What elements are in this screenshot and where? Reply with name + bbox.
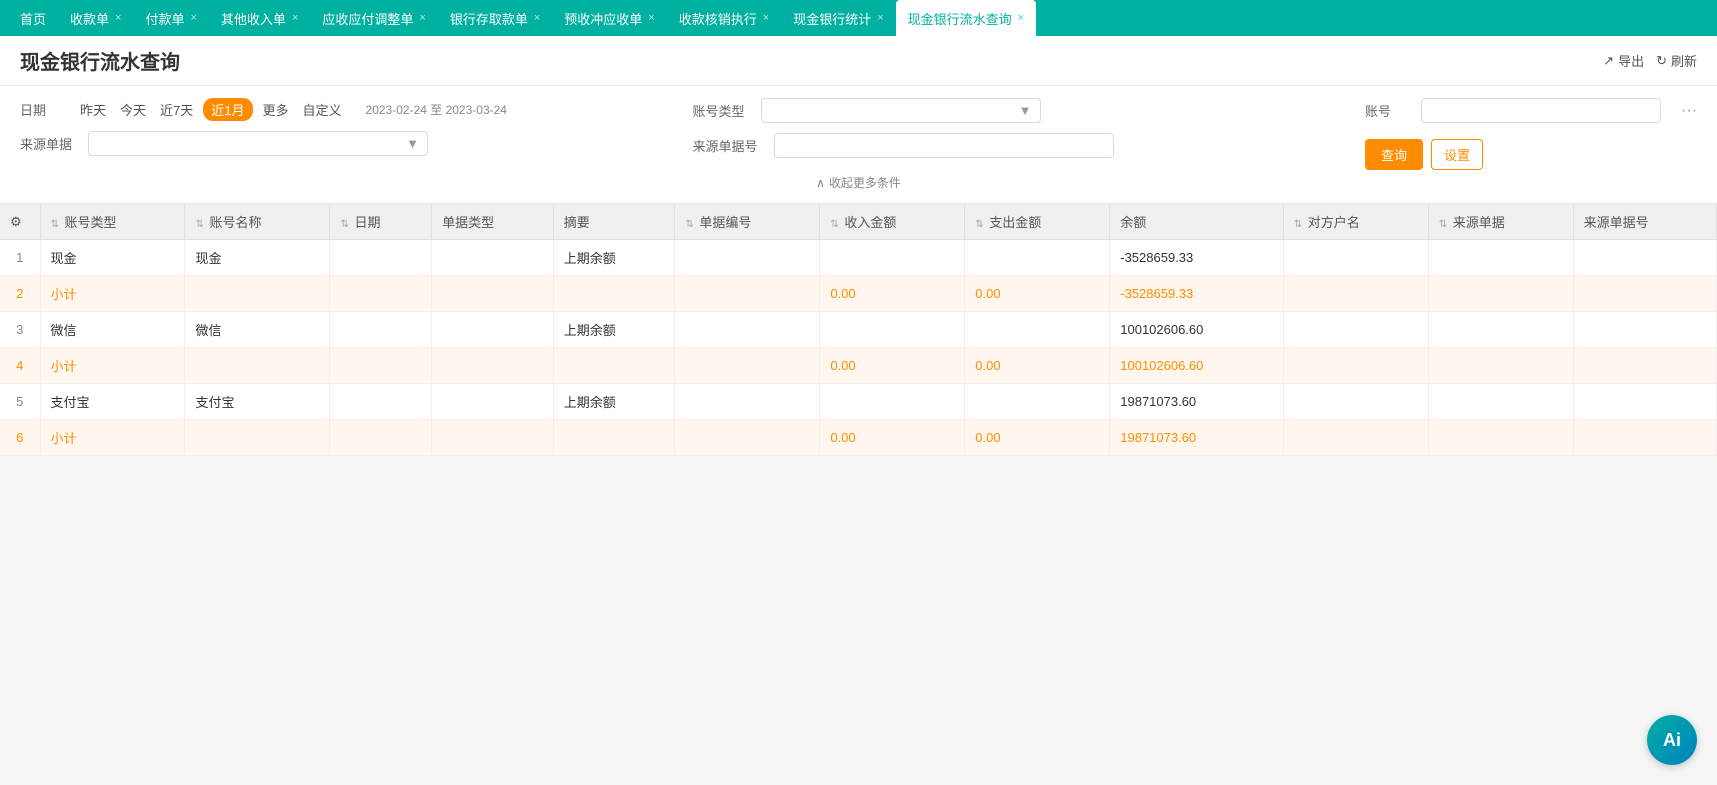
source-doc-select[interactable]: ▼ bbox=[88, 131, 428, 156]
date-label: 日期 bbox=[20, 100, 60, 119]
table-row: 5支付宝支付宝上期余额19871073.60 bbox=[0, 384, 1717, 420]
account-filter-row: 账号 ··· bbox=[1365, 98, 1697, 123]
collapse-bar: ∧ 收起更多条件 bbox=[20, 174, 1697, 191]
col-account-name: ⇅ 账号名称 bbox=[185, 204, 330, 240]
close-icon[interactable]: × bbox=[534, 12, 540, 24]
source-doc-num-label: 来源单据号 bbox=[693, 136, 758, 155]
close-icon[interactable]: × bbox=[190, 12, 196, 24]
col-account-type: ⇅ 账号类型 bbox=[40, 204, 185, 240]
filter-area: 日期 昨天 今天 近7天 近1月 更多 自定义 2023-02-24 至 202… bbox=[0, 86, 1717, 204]
col-income: ⇅ 收入金额 bbox=[820, 204, 965, 240]
nav-advance[interactable]: 预收冲应收单 × bbox=[552, 0, 666, 36]
close-icon[interactable]: × bbox=[419, 12, 425, 24]
date-filter-row: 日期 昨天 今天 近7天 近1月 更多 自定义 2023-02-24 至 202… bbox=[20, 98, 673, 121]
close-icon[interactable]: × bbox=[648, 12, 654, 24]
source-doc-filter-row: 来源单据 ▼ bbox=[20, 131, 673, 156]
sort-icon: ⇅ bbox=[195, 219, 203, 230]
ai-label: Ai bbox=[1663, 730, 1681, 751]
account-type-label: 账号类型 bbox=[693, 101, 745, 120]
nav-receipt[interactable]: 收款单 × bbox=[58, 0, 133, 36]
table-body: 1现金现金上期余额-3528659.332小计0.000.00-3528659.… bbox=[0, 240, 1717, 456]
date-today[interactable]: 今天 bbox=[116, 98, 150, 121]
table-row: 2小计0.000.00-3528659.33 bbox=[0, 276, 1717, 312]
chevron-down-icon: ▼ bbox=[406, 136, 419, 151]
table-row: 3微信微信上期余额100102606.60 bbox=[0, 312, 1717, 348]
source-doc-label: 来源单据 bbox=[20, 134, 72, 153]
sort-icon: ⇅ bbox=[1294, 219, 1302, 230]
date-custom[interactable]: 自定义 bbox=[299, 98, 346, 121]
date-7days[interactable]: 近7天 bbox=[156, 98, 197, 121]
top-nav: 首页 收款单 × 付款单 × 其他收入单 × 应收应付调整单 × 银行存取款单 … bbox=[0, 0, 1717, 36]
col-counterpart: ⇅ 对方户名 bbox=[1283, 204, 1428, 240]
col-source-doc-no: 来源单据号 bbox=[1573, 204, 1716, 240]
nav-stats[interactable]: 现金银行统计 × bbox=[781, 0, 895, 36]
close-icon[interactable]: × bbox=[115, 12, 121, 24]
source-doc-num-input[interactable] bbox=[774, 133, 1114, 158]
col-expense: ⇅ 支出金额 bbox=[965, 204, 1110, 240]
col-date: ⇅ 日期 bbox=[330, 204, 432, 240]
more-options-icon[interactable]: ··· bbox=[1681, 102, 1697, 120]
refresh-button[interactable]: ↻ 刷新 bbox=[1656, 51, 1697, 70]
nav-home[interactable]: 首页 bbox=[8, 0, 58, 36]
export-button[interactable]: ↗ 导出 bbox=[1603, 51, 1644, 70]
sort-icon: ⇅ bbox=[340, 219, 348, 230]
col-balance: 余额 bbox=[1110, 204, 1283, 240]
table-container: ⚙ ⇅ 账号类型 ⇅ 账号名称 ⇅ 日期 单据类型 摘要 bbox=[0, 204, 1717, 456]
chevron-down-icon-2: ▼ bbox=[1019, 103, 1032, 118]
table-row: 1现金现金上期余额-3528659.33 bbox=[0, 240, 1717, 276]
chevron-up-icon: ∧ bbox=[816, 176, 825, 190]
col-doc-no: ⇅ 单据编号 bbox=[675, 204, 820, 240]
source-doc-num-filter-row: 来源单据号 bbox=[693, 133, 1346, 158]
account-label: 账号 bbox=[1365, 101, 1405, 120]
close-icon[interactable]: × bbox=[292, 12, 298, 24]
date-more[interactable]: 更多 bbox=[259, 98, 293, 121]
nav-verify[interactable]: 收款核销执行 × bbox=[667, 0, 781, 36]
sort-icon: ⇅ bbox=[975, 219, 983, 230]
sort-icon: ⇅ bbox=[51, 219, 59, 230]
query-button[interactable]: 查询 bbox=[1365, 139, 1423, 170]
col-doc-type: 单据类型 bbox=[432, 204, 554, 240]
nav-other-income[interactable]: 其他收入单 × bbox=[209, 0, 310, 36]
table-row: 4小计0.000.00100102606.60 bbox=[0, 348, 1717, 384]
date-range-display: 2023-02-24 至 2023-03-24 bbox=[366, 101, 507, 118]
col-source-doc: ⇅ 来源单据 bbox=[1428, 204, 1573, 240]
sort-icon: ⇅ bbox=[1439, 219, 1447, 230]
page-header: 现金银行流水查询 ↗ 导出 ↻ 刷新 bbox=[0, 36, 1717, 86]
account-type-select[interactable]: ▼ bbox=[761, 98, 1041, 123]
col-gear: ⚙ bbox=[0, 204, 40, 240]
table-header-row: ⚙ ⇅ 账号类型 ⇅ 账号名称 ⇅ 日期 单据类型 摘要 bbox=[0, 204, 1717, 240]
date-options: 昨天 今天 近7天 近1月 更多 自定义 bbox=[76, 98, 346, 121]
date-1month[interactable]: 近1月 bbox=[203, 98, 252, 121]
nav-adjustment[interactable]: 应收应付调整单 × bbox=[310, 0, 437, 36]
page-title: 现金银行流水查询 bbox=[20, 46, 180, 75]
refresh-icon: ↻ bbox=[1656, 53, 1667, 69]
date-yesterday[interactable]: 昨天 bbox=[76, 98, 110, 121]
table-row: 6小计0.000.0019871073.60 bbox=[0, 420, 1717, 456]
close-icon[interactable]: × bbox=[877, 12, 883, 24]
nav-cash-flow[interactable]: 现金银行流水查询 × bbox=[896, 0, 1036, 36]
sort-icon: ⇅ bbox=[685, 219, 693, 230]
nav-bank-deposit[interactable]: 银行存取款单 × bbox=[438, 0, 552, 36]
export-icon: ↗ bbox=[1603, 53, 1614, 69]
account-input[interactable] bbox=[1421, 98, 1661, 123]
close-icon[interactable]: × bbox=[763, 12, 769, 24]
col-summary: 摘要 bbox=[553, 204, 675, 240]
settings-button[interactable]: 设置 bbox=[1431, 139, 1483, 170]
sort-icon: ⇅ bbox=[830, 219, 838, 230]
account-type-filter-row: 账号类型 ▼ bbox=[693, 98, 1346, 123]
gear-icon[interactable]: ⚙ bbox=[10, 214, 22, 229]
data-table: ⚙ ⇅ 账号类型 ⇅ 账号名称 ⇅ 日期 单据类型 摘要 bbox=[0, 204, 1717, 456]
ai-button[interactable]: Ai bbox=[1647, 715, 1697, 765]
collapse-button[interactable]: ∧ 收起更多条件 bbox=[816, 174, 901, 191]
close-icon[interactable]: × bbox=[1018, 12, 1024, 24]
nav-payment[interactable]: 付款单 × bbox=[133, 0, 208, 36]
header-actions: ↗ 导出 ↻ 刷新 bbox=[1603, 51, 1697, 70]
